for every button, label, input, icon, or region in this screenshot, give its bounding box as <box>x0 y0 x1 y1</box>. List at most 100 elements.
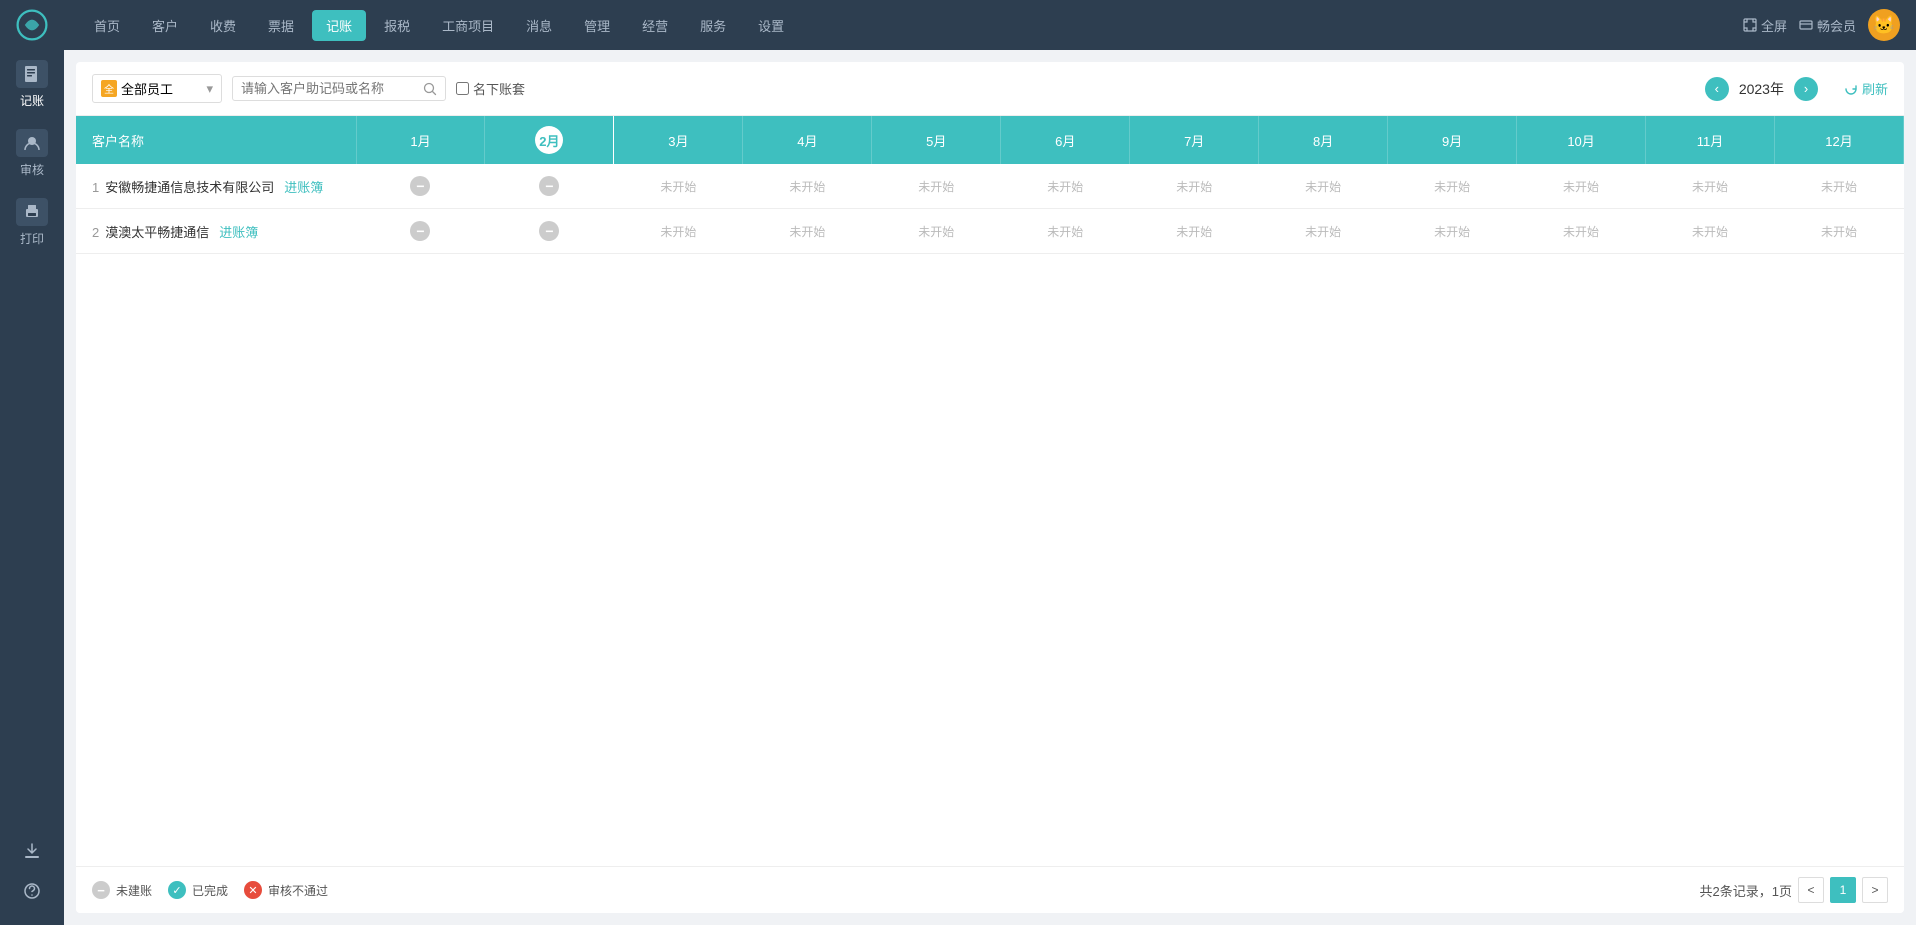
cell-m5: 未开始 <box>872 164 1001 209</box>
topnav-right: 全屏 畅会员 🐱 <box>1743 9 1900 41</box>
content: 全 全部员工 ▾ 名下账套 ‹ 2023年 <box>64 50 1916 925</box>
vip-btn[interactable]: 畅会员 <box>1799 16 1856 35</box>
toolbar: 全 全部员工 ▾ 名下账套 ‹ 2023年 <box>76 62 1904 116</box>
nav-bookkeeping[interactable]: 记账 <box>312 10 366 41</box>
status-not-started: 未开始 <box>660 225 696 239</box>
status-dash-icon: − <box>410 176 430 196</box>
cell-m1: − <box>356 209 485 254</box>
nav-settings[interactable]: 设置 <box>744 10 798 41</box>
row-num: 1 <box>92 180 99 195</box>
legend-completed: ✓ 已完成 <box>168 881 228 899</box>
nav-service[interactable]: 服务 <box>686 10 740 41</box>
table-row: 2漠澳太平畅捷通信进账簿−−未开始未开始未开始未开始未开始未开始未开始未开始未开… <box>76 209 1904 254</box>
topnav: 首页 客户 收费 票据 记账 报税 工商项目 消息 管理 经营 服务 设置 全屏 <box>64 0 1916 50</box>
status-not-started: 未开始 <box>1563 225 1599 239</box>
sidebar-item-download[interactable] <box>0 833 64 869</box>
print-icon <box>16 198 48 226</box>
cell-m6: 未开始 <box>1001 209 1130 254</box>
search-icon <box>423 82 437 96</box>
status-not-started: 未开始 <box>1305 225 1341 239</box>
sidebar-item-label: 记账 <box>20 92 44 109</box>
dropdown-arrow-icon: ▾ <box>206 81 213 97</box>
refresh-btn[interactable]: 刷新 <box>1844 79 1888 98</box>
status-not-started: 未开始 <box>918 225 954 239</box>
sidebar-item-audit[interactable]: 审核 <box>0 119 64 188</box>
enter-ledger-btn[interactable]: 进账簿 <box>284 180 323 195</box>
pagination: 共2条记录，1页 < 1 > <box>1700 877 1888 903</box>
cell-m8: 未开始 <box>1259 164 1388 209</box>
sidebar-item-bookkeeping[interactable]: 记账 <box>0 50 64 119</box>
my-accounts-check[interactable] <box>456 82 469 95</box>
enter-ledger-btn[interactable]: 进账簿 <box>219 225 258 240</box>
nav-invoice[interactable]: 票据 <box>254 10 308 41</box>
sidebar-item-label: 打印 <box>20 230 44 247</box>
nav-operate[interactable]: 经营 <box>628 10 682 41</box>
nav-message[interactable]: 消息 <box>512 10 566 41</box>
rejected-icon: ✕ <box>244 881 262 899</box>
col-m1: 1月 <box>356 116 485 164</box>
status-not-started: 未开始 <box>1692 225 1728 239</box>
table-footer: − 未建账 ✓ 已完成 ✕ 审核不通过 共2条记录，1页 < 1 > <box>76 866 1904 913</box>
cell-m12: 未开始 <box>1774 209 1903 254</box>
year-nav: ‹ 2023年 › <box>1705 77 1818 101</box>
next-page-btn[interactable]: > <box>1862 877 1888 903</box>
user-avatar[interactable]: 🐱 <box>1868 9 1900 41</box>
active-month-circle: 2月 <box>535 126 563 154</box>
cell-m10: 未开始 <box>1517 164 1646 209</box>
status-not-started: 未开始 <box>789 180 825 194</box>
cell-m9: 未开始 <box>1388 209 1517 254</box>
nav-tax[interactable]: 报税 <box>370 10 424 41</box>
cell-m12: 未开始 <box>1774 164 1903 209</box>
sidebar-item-print[interactable]: 打印 <box>0 188 64 257</box>
cell-m5: 未开始 <box>872 209 1001 254</box>
col-m8: 8月 <box>1259 116 1388 164</box>
cell-name: 1安徽畅捷通信息技术有限公司进账簿 <box>76 164 356 209</box>
search-input[interactable] <box>241 81 417 96</box>
my-accounts-checkbox[interactable]: 名下账套 <box>456 79 525 98</box>
status-not-started: 未开始 <box>1821 225 1857 239</box>
legend-not-created: − 未建账 <box>92 881 152 899</box>
status-not-started: 未开始 <box>1047 180 1083 194</box>
nav-customer[interactable]: 客户 <box>138 10 192 41</box>
customer-name: 漠澳太平畅捷通信 <box>105 225 209 240</box>
main-table: 客户名称 1月 2月 3月 4月 5月 6月 <box>76 116 1904 254</box>
status-not-started: 未开始 <box>1176 180 1212 194</box>
cell-m8: 未开始 <box>1259 209 1388 254</box>
status-not-started: 未开始 <box>1176 225 1212 239</box>
status-dash-icon: − <box>410 221 430 241</box>
status-not-started: 未开始 <box>918 180 954 194</box>
total-records: 共2条记录，1页 <box>1700 881 1792 900</box>
prev-page-btn[interactable]: < <box>1798 877 1824 903</box>
status-dash-icon: − <box>539 221 559 241</box>
refresh-icon <box>1844 82 1858 96</box>
cell-m1: − <box>356 164 485 209</box>
sidebar-logo <box>0 0 64 50</box>
status-not-started: 未开始 <box>1434 180 1470 194</box>
status-not-started: 未开始 <box>1821 180 1857 194</box>
cell-m10: 未开始 <box>1517 209 1646 254</box>
nav-billing[interactable]: 收费 <box>196 10 250 41</box>
year-next-btn[interactable]: › <box>1794 77 1818 101</box>
page-1-btn[interactable]: 1 <box>1830 877 1856 903</box>
status-not-started: 未开始 <box>789 225 825 239</box>
col-m9: 9月 <box>1388 116 1517 164</box>
col-m3: 3月 <box>614 116 743 164</box>
cell-m2: − <box>485 209 614 254</box>
status-not-started: 未开始 <box>1434 225 1470 239</box>
employee-select[interactable]: 全 全部员工 ▾ <box>92 74 222 103</box>
sidebar-bottom <box>0 833 64 925</box>
fullscreen-btn[interactable]: 全屏 <box>1743 16 1787 35</box>
page-container: 全 全部员工 ▾ 名下账套 ‹ 2023年 <box>76 62 1904 913</box>
refresh-label: 刷新 <box>1862 79 1888 98</box>
legend-rejected: ✕ 审核不通过 <box>244 881 328 899</box>
status-dash-icon: − <box>539 176 559 196</box>
search-input-wrap <box>232 76 446 101</box>
nav-home[interactable]: 首页 <box>80 10 134 41</box>
sidebar-item-support[interactable] <box>0 873 64 909</box>
col-m7: 7月 <box>1130 116 1259 164</box>
nav-manage[interactable]: 管理 <box>570 10 624 41</box>
table-wrap: 客户名称 1月 2月 3月 4月 5月 6月 <box>76 116 1904 866</box>
status-not-started: 未开始 <box>1563 180 1599 194</box>
year-prev-btn[interactable]: ‹ <box>1705 77 1729 101</box>
nav-bizitems[interactable]: 工商项目 <box>428 10 508 41</box>
